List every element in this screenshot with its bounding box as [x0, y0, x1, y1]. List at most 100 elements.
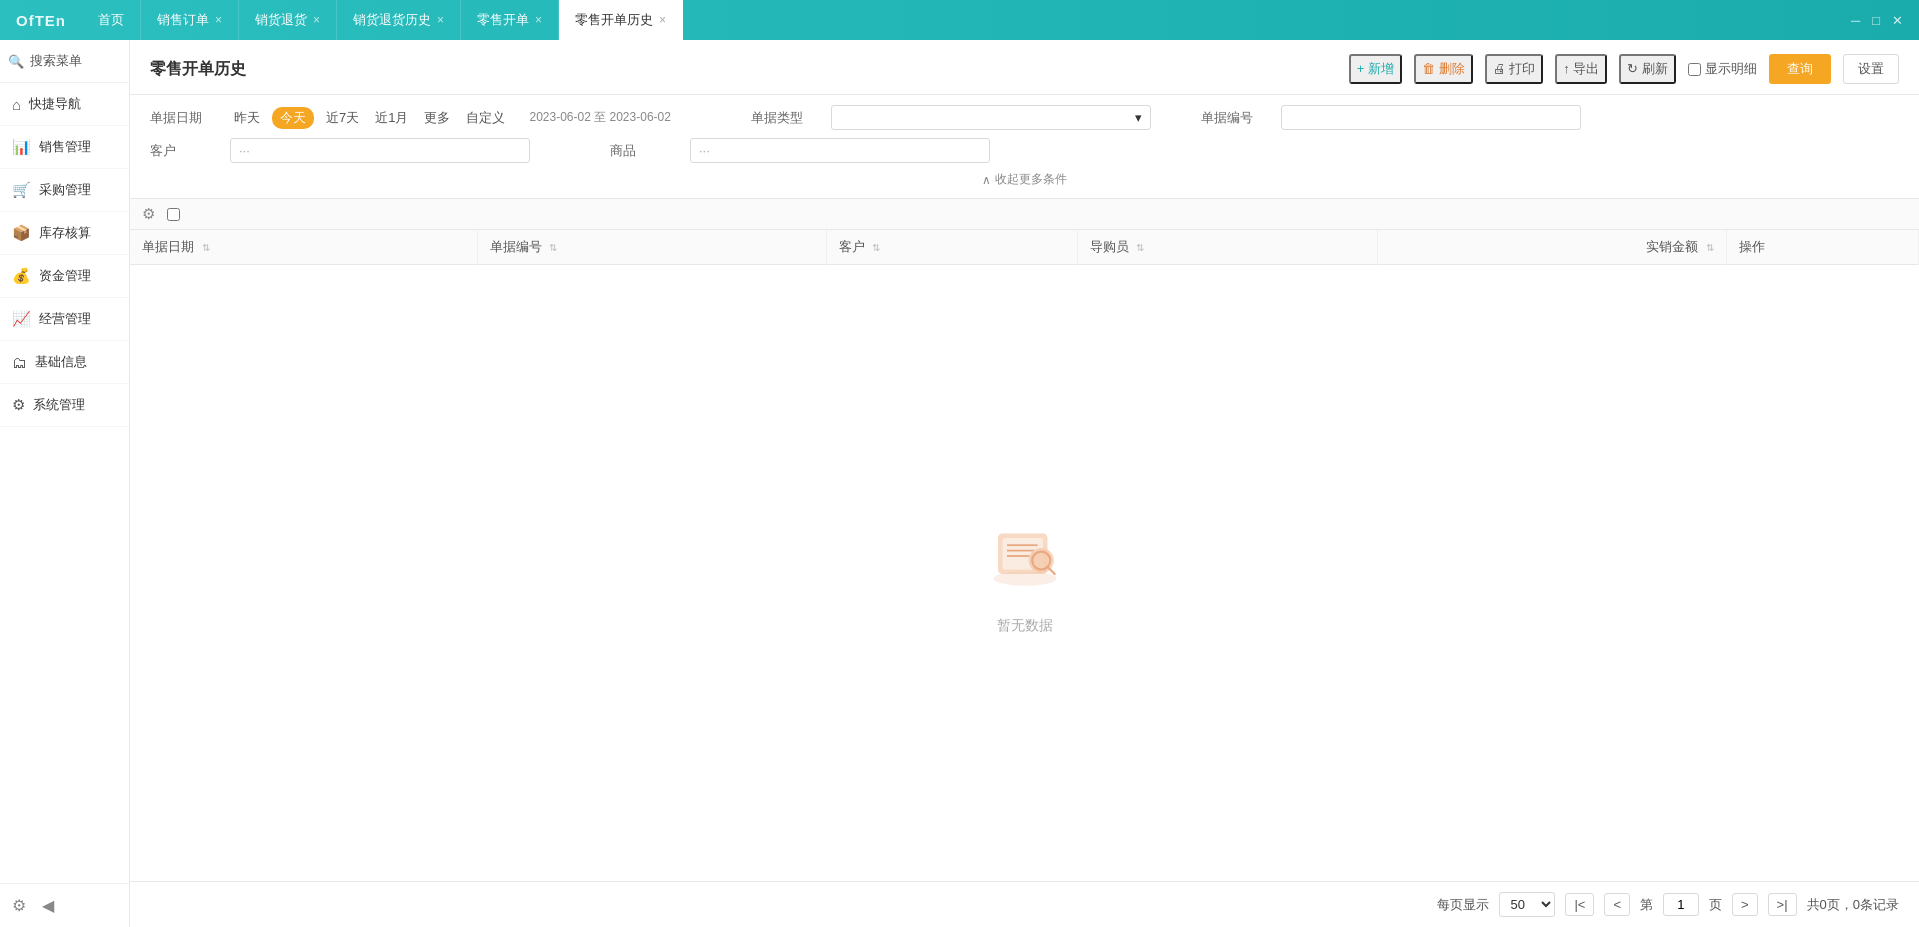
maximize-icon[interactable]: □	[1872, 13, 1880, 28]
per-page-label: 每页显示	[1437, 896, 1489, 914]
tab-close-retail-open[interactable]: ×	[535, 13, 542, 27]
filter-area: 单据日期 昨天 今天 近7天 近1月 更多 自定义 2023-06-02 至 2…	[130, 95, 1919, 199]
sidebar-label-purchase: 采购管理	[39, 181, 91, 199]
select-all-checkbox[interactable]	[167, 208, 180, 221]
date-opt-more[interactable]: 更多	[420, 107, 454, 129]
sidebar-menu: ⌂ 快捷导航 📊销售管理 🛒 采购管理 📦库存核算 💰 资金管理 📈经营管理🗂基础信息 ⚙ 系统管理	[0, 83, 129, 883]
sidebar-item-operation[interactable]: 📈经营管理	[0, 298, 129, 341]
type-select[interactable]: ▾	[831, 105, 1151, 130]
tab-sales-return-history[interactable]: 销货退货历史×	[337, 0, 461, 40]
empty-text: 暂无数据	[997, 617, 1053, 635]
top-bar: OfTEn 首页销售订单×销货退货×销货退货历史×零售开单×零售开单历史× ─ …	[0, 0, 1919, 40]
prev-page-button[interactable]: <	[1604, 893, 1630, 916]
sidebar-item-sales[interactable]: 📊销售管理	[0, 126, 129, 169]
col-customer[interactable]: 客户 ⇅	[826, 230, 1077, 265]
col-number[interactable]: 单据编号 ⇅	[477, 230, 826, 265]
tab-retail-open[interactable]: 零售开单×	[461, 0, 559, 40]
sort-customer-icon[interactable]: ⇅	[872, 242, 880, 253]
filter-row-2: 客户 ··· 商品 ···	[150, 138, 1899, 163]
total-label: 共0页，0条记录	[1807, 896, 1899, 914]
date-opt-last7[interactable]: 近7天	[322, 107, 363, 129]
col-operation-label: 操作	[1739, 239, 1765, 254]
query-button[interactable]: 查询	[1769, 54, 1831, 84]
delete-button[interactable]: 🗑 删除	[1414, 54, 1473, 84]
sidebar: 🔍 搜索菜单 ⌂ 快捷导航 📊销售管理 🛒 采购管理 📦库存核算 💰 资金管理 📈经营管理🗂基础…	[0, 40, 130, 927]
sidebar-bottom: ⚙ ◀	[0, 883, 129, 927]
number-label: 单据编号	[1201, 109, 1261, 127]
sidebar-icon-basic: 🗂	[12, 354, 27, 371]
sort-date-icon[interactable]: ⇅	[202, 242, 210, 253]
sidebar-item-quicknav[interactable]: ⌂ 快捷导航	[0, 83, 129, 126]
date-range: 2023-06-02 至 2023-06-02	[529, 109, 670, 126]
print-button[interactable]: 🖨 打印	[1485, 54, 1544, 84]
minimize-icon[interactable]: ─	[1851, 13, 1860, 28]
tab-retail-open-history[interactable]: 零售开单历史×	[559, 0, 683, 40]
sort-amount-icon[interactable]: ⇅	[1706, 242, 1714, 253]
date-opt-last-month[interactable]: 近1月	[371, 107, 412, 129]
col-number-label: 单据编号	[490, 239, 542, 254]
sidebar-item-purchase[interactable]: 🛒 采购管理	[0, 169, 129, 212]
tab-close-sales-return[interactable]: ×	[313, 13, 320, 27]
sidebar-search[interactable]: 🔍 搜索菜单	[0, 40, 129, 83]
collapse-sidebar-icon[interactable]: ◀	[42, 896, 54, 915]
sort-salesperson-icon[interactable]: ⇅	[1136, 242, 1144, 253]
sidebar-label-system: 系统管理	[33, 396, 85, 414]
col-salesperson[interactable]: 导购员 ⇅	[1077, 230, 1377, 265]
date-opt-custom[interactable]: 自定义	[462, 107, 509, 129]
col-amount[interactable]: 实销金额 ⇅	[1377, 230, 1726, 265]
type-select-arrow: ▾	[1135, 110, 1142, 125]
number-input[interactable]	[1281, 105, 1581, 130]
table-toolbar: ⚙	[130, 199, 1919, 230]
settings-icon[interactable]: ⚙	[12, 896, 26, 915]
close-icon[interactable]: ✕	[1892, 13, 1903, 28]
svg-line-8	[1048, 568, 1054, 574]
page-input[interactable]	[1663, 893, 1699, 916]
brand-logo: OfTEn	[0, 12, 82, 29]
export-button[interactable]: ↑ 导出	[1555, 54, 1607, 84]
tab-bar: 首页销售订单×销货退货×销货退货历史×零售开单×零售开单历史×	[82, 0, 1835, 40]
sidebar-icon-finance: 💰	[12, 267, 31, 285]
sidebar-item-system[interactable]: ⚙ 系统管理	[0, 384, 129, 427]
page-suffix: 页	[1709, 896, 1722, 914]
goods-label: 商品	[610, 142, 670, 160]
empty-icon	[980, 511, 1070, 601]
date-opt-yesterday[interactable]: 昨天	[230, 107, 264, 129]
date-opt-today[interactable]: 今天	[272, 107, 314, 129]
settings-button[interactable]: 设置	[1843, 54, 1899, 84]
add-button[interactable]: + 新增	[1349, 54, 1402, 84]
last-page-button[interactable]: >|	[1768, 893, 1797, 916]
sidebar-label-finance: 资金管理	[39, 267, 91, 285]
tab-close-sales-return-history[interactable]: ×	[437, 13, 444, 27]
data-table: 单据日期 ⇅ 单据编号 ⇅ 客户 ⇅ 导购员 ⇅	[130, 230, 1919, 265]
col-operation: 操作	[1726, 230, 1918, 265]
sort-number-icon[interactable]: ⇅	[549, 242, 557, 253]
col-date[interactable]: 单据日期 ⇅	[130, 230, 477, 265]
col-amount-label: 实销金额	[1646, 239, 1698, 254]
first-page-button[interactable]: |<	[1565, 893, 1594, 916]
next-page-button[interactable]: >	[1732, 893, 1758, 916]
tab-close-sales-order[interactable]: ×	[215, 13, 222, 27]
sidebar-icon-system: ⚙	[12, 396, 25, 414]
tab-sales-order[interactable]: 销售订单×	[141, 0, 239, 40]
sidebar-item-inventory[interactable]: 📦库存核算	[0, 212, 129, 255]
page-header: 零售开单历史 + 新增 🗑 删除 🖨 打印 ↑ 导出 ↻ 刷新 显示明细 查询 …	[130, 40, 1919, 95]
tab-sales-return[interactable]: 销货退货×	[239, 0, 337, 40]
sidebar-icon-purchase: 🛒	[12, 181, 31, 199]
table-container: ⚙ 单据日期 ⇅ 单据编号 ⇅ 客户	[130, 199, 1919, 881]
goods-input[interactable]: ···	[690, 138, 990, 163]
refresh-button[interactable]: ↻ 刷新	[1619, 54, 1676, 84]
tab-close-retail-open-history[interactable]: ×	[659, 13, 666, 27]
per-page-select[interactable]: 50 10 20 100	[1499, 892, 1555, 917]
table-settings-icon[interactable]: ⚙	[142, 205, 155, 223]
collapse-bar[interactable]: ∧ 收起更多条件	[150, 171, 1899, 188]
sidebar-item-finance[interactable]: 💰 资金管理	[0, 255, 129, 298]
tab-home[interactable]: 首页	[82, 0, 141, 40]
page-title: 零售开单历史	[150, 59, 246, 80]
sidebar-item-basic[interactable]: 🗂基础信息	[0, 341, 129, 384]
empty-area: 暂无数据	[130, 265, 1919, 881]
customer-input[interactable]: ···	[230, 138, 530, 163]
sidebar-icon-quicknav: ⌂	[12, 96, 21, 113]
sidebar-label-quicknav: 快捷导航	[29, 95, 81, 113]
main-layout: 🔍 搜索菜单 ⌂ 快捷导航 📊销售管理 🛒 采购管理 📦库存核算 💰 资金管理 📈经营管理🗂基础…	[0, 40, 1919, 927]
show-detail-checkbox[interactable]	[1688, 63, 1701, 76]
